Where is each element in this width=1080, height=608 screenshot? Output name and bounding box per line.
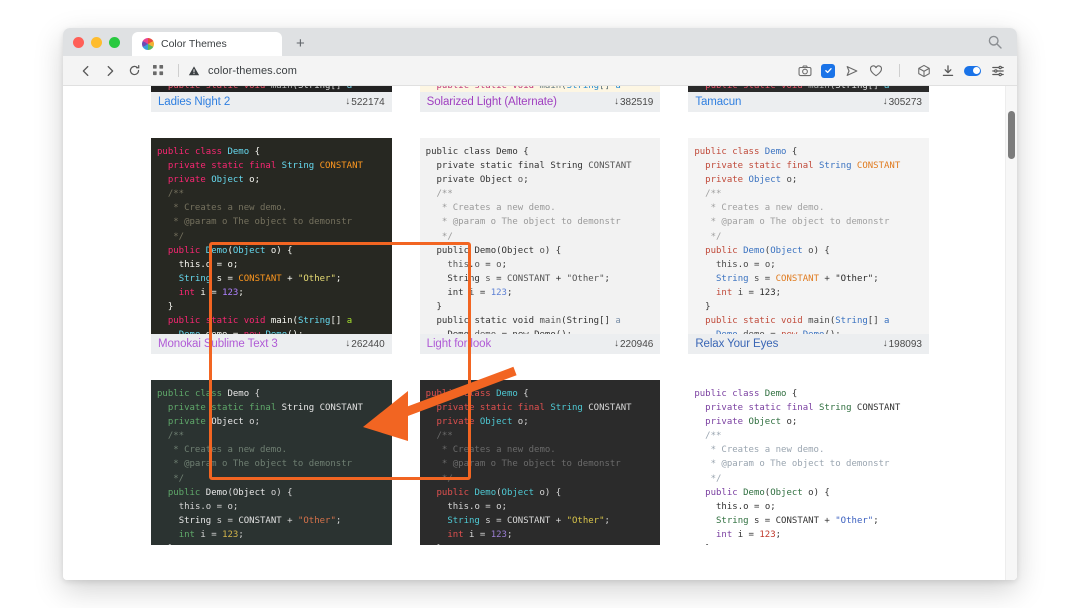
browser-window: Color Themes + color-themes.com public s… — [63, 28, 1017, 580]
toolbar-extensions — [797, 63, 1005, 78]
theme-card-grid: int i = 123; } public static void main(S… — [63, 86, 1017, 545]
theme-preview-code: int i = 123; } public static void main(S… — [419, 86, 661, 92]
download-count: ↓ 198093 — [883, 339, 922, 350]
window-controls — [73, 28, 132, 56]
download-count: ↓ 522174 — [345, 97, 384, 108]
forward-arrow-icon[interactable] — [99, 60, 121, 82]
download-count: ↓ 382519 — [614, 97, 653, 108]
download-icon-small: ↓ — [613, 338, 619, 349]
download-icon-small: ↓ — [345, 338, 351, 349]
address-bar-url[interactable]: color-themes.com — [208, 65, 297, 77]
download-icon-small: ↓ — [882, 338, 888, 349]
settings-sliders-icon[interactable] — [990, 63, 1005, 78]
theme-card[interactable]: public class Demo { private static final… — [151, 138, 392, 354]
download-count-value: 220946 — [619, 338, 654, 350]
tab-strip: Color Themes + — [63, 28, 1017, 56]
theme-preview-code: public class Demo { private static final… — [419, 138, 661, 334]
theme-preview-code: public class Demo { private static final… — [151, 380, 392, 545]
favicon-color-wheel-icon — [142, 38, 154, 50]
theme-card[interactable]: public class Demo { private static final… — [688, 138, 929, 354]
theme-card[interactable]: public class Demo { private static final… — [419, 138, 661, 354]
theme-preview-code: int i = 123; } public static void main(S… — [151, 86, 392, 92]
theme-preview-code: public class Demo { private static final… — [151, 138, 392, 334]
theme-name[interactable]: Relax Your Eyes — [695, 338, 778, 350]
toolbar-divider-2 — [899, 64, 900, 77]
camera-icon[interactable] — [797, 63, 812, 78]
back-arrow-icon[interactable] — [75, 60, 97, 82]
theme-preview-code: public class Demo { private static final… — [688, 380, 929, 545]
download-count-value: 522174 — [351, 96, 385, 108]
download-icon-small: ↓ — [345, 96, 351, 107]
browser-tab-active[interactable]: Color Themes — [132, 32, 282, 56]
grid-apps-icon[interactable] — [147, 60, 169, 82]
theme-card[interactable]: public class Demo { private static final… — [419, 380, 661, 545]
download-count-value: 382519 — [619, 96, 654, 108]
theme-preview-code: int i = 123; } public static void main(S… — [688, 86, 929, 92]
theme-name[interactable]: Light for look — [427, 338, 491, 350]
download-count-value: 262440 — [351, 338, 385, 350]
new-tab-button[interactable]: + — [282, 32, 319, 56]
download-icon[interactable] — [940, 63, 955, 78]
theme-card-footer: Light for look ↓ 220946 — [419, 334, 661, 354]
vertical-scrollbar[interactable] — [1005, 86, 1017, 580]
download-count-value: 305273 — [888, 96, 922, 108]
reload-icon[interactable] — [123, 60, 145, 82]
toggle-switch[interactable] — [964, 65, 981, 76]
tab-title: Color Themes — [161, 38, 227, 50]
theme-name[interactable]: Monokai Sublime Text 3 — [158, 338, 278, 350]
heart-icon[interactable] — [868, 63, 883, 78]
browser-toolbar: color-themes.com — [63, 56, 1017, 86]
not-secure-warning-icon[interactable] — [188, 65, 200, 77]
download-count-value: 198093 — [888, 338, 922, 350]
send-icon[interactable] — [844, 63, 859, 78]
theme-preview-code: public class Demo { private static final… — [688, 138, 929, 334]
verified-badge-icon[interactable] — [821, 63, 835, 78]
theme-name[interactable]: Tamacun — [695, 96, 741, 108]
theme-card[interactable]: int i = 123; } public static void main(S… — [151, 86, 392, 112]
theme-card-footer: Tamacun ↓ 305273 — [688, 92, 929, 112]
download-count: ↓ 305273 — [883, 97, 922, 108]
toolbar-divider — [178, 64, 179, 77]
theme-card[interactable]: int i = 123; } public static void main(S… — [688, 86, 929, 112]
theme-name[interactable]: Solarized Light (Alternate) — [427, 96, 557, 108]
theme-card[interactable]: int i = 123; } public static void main(S… — [419, 86, 661, 112]
download-count: ↓ 262440 — [345, 339, 384, 350]
minimize-window-button[interactable] — [91, 36, 102, 48]
theme-name[interactable]: Ladies Night 2 — [158, 96, 230, 108]
theme-card[interactable]: public class Demo { private static final… — [151, 380, 392, 545]
maximize-window-button[interactable] — [109, 36, 120, 48]
theme-card[interactable]: public class Demo { private static final… — [688, 380, 929, 545]
search-icon[interactable] — [987, 34, 1003, 50]
theme-card-footer: Monokai Sublime Text 3 ↓ 262440 — [151, 334, 392, 354]
theme-preview-code: public class Demo { private static final… — [419, 380, 661, 545]
theme-card-footer: Ladies Night 2 ↓ 522174 — [151, 92, 392, 112]
package-icon[interactable] — [916, 63, 931, 78]
download-count: ↓ 220946 — [614, 339, 653, 350]
page-viewport: int i = 123; } public static void main(S… — [63, 86, 1017, 580]
scrollbar-thumb[interactable] — [1007, 111, 1015, 159]
download-icon-small: ↓ — [613, 96, 619, 107]
download-icon-small: ↓ — [882, 96, 888, 107]
close-window-button[interactable] — [73, 36, 84, 48]
theme-card-footer: Relax Your Eyes ↓ 198093 — [688, 334, 929, 354]
theme-card-footer: Solarized Light (Alternate) ↓ 382519 — [419, 92, 661, 112]
